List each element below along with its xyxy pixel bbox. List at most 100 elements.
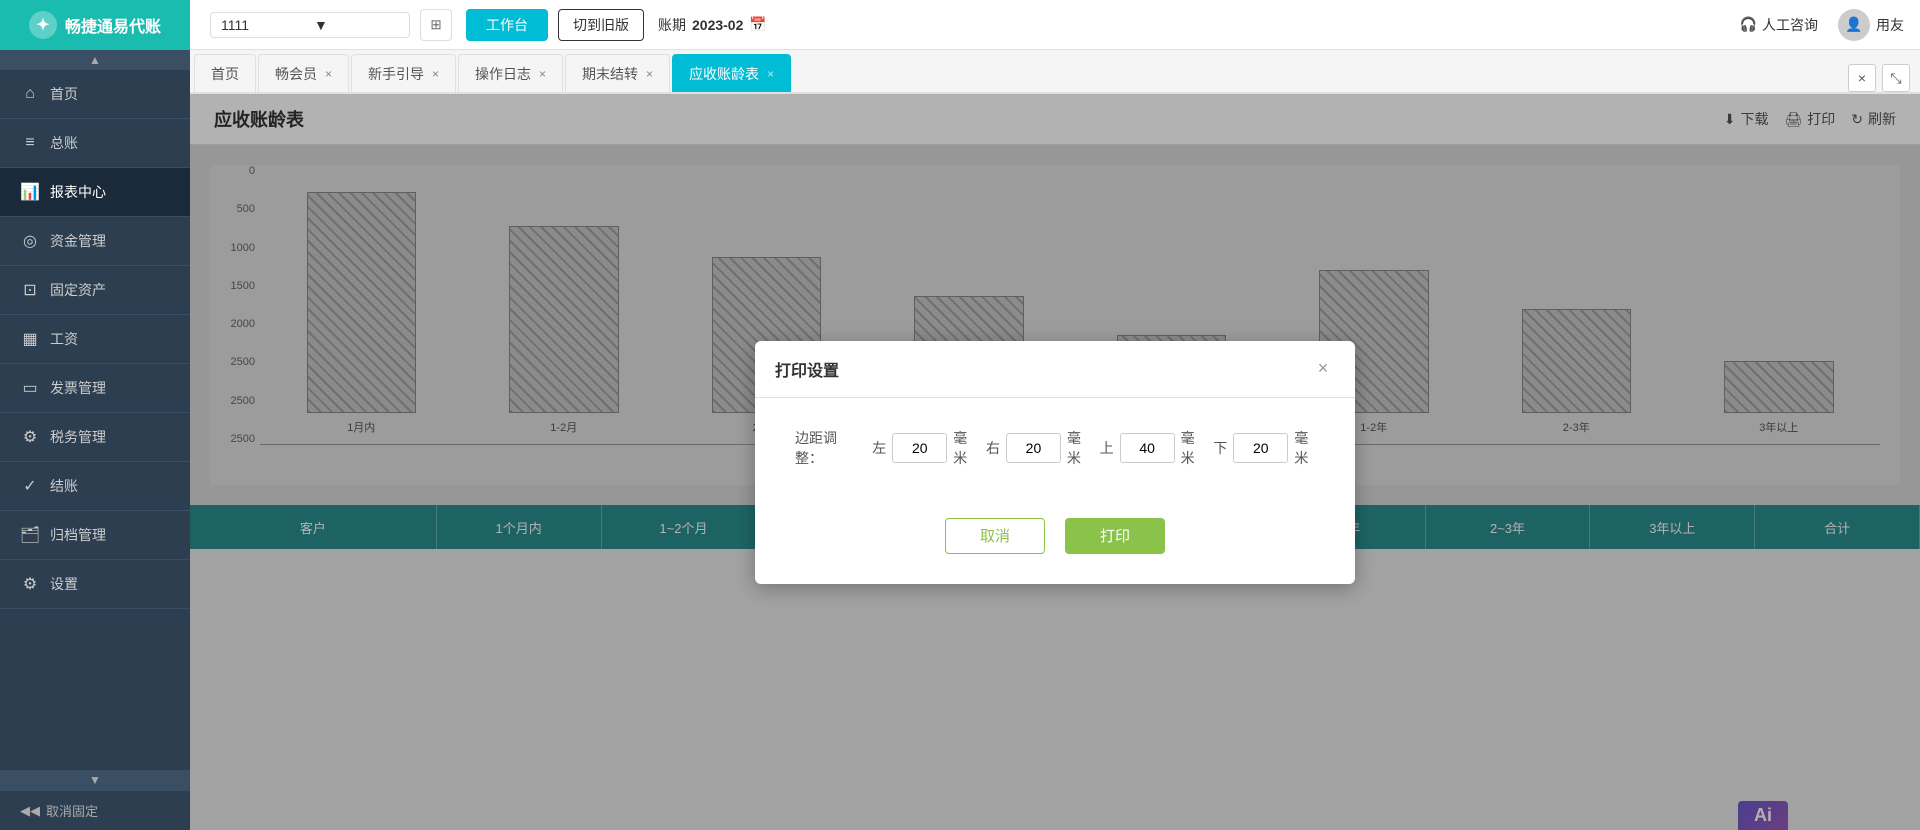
copy-icon: ⊞	[430, 17, 441, 33]
checkout-icon: ✓	[20, 476, 40, 496]
sidebar-item-assets[interactable]: ⊡ 固定资产	[0, 266, 190, 315]
sidebar: ▲ ⌂ 首页 ≡ 总账 📊 报表中心 ◎ 资金管理 ⊡ 固定资产 ▦ 工资 ▭ …	[0, 50, 190, 830]
tab-guide-label: 新手引导	[368, 64, 424, 84]
sidebar-scroll-up[interactable]: ▲	[0, 50, 190, 70]
modal-body: 边距调整： 左 毫米 右 毫米	[755, 398, 1355, 498]
logo-icon: ✦	[29, 11, 57, 39]
main-layout: ▲ ⌂ 首页 ≡ 总账 📊 报表中心 ◎ 资金管理 ⊡ 固定资产 ▦ 工资 ▭ …	[0, 50, 1920, 830]
company-selector[interactable]: 1111 ▼	[210, 12, 410, 38]
tab-period-end-label: 期末结转	[582, 64, 638, 84]
tab-ar-aging-close[interactable]: ×	[767, 67, 774, 81]
reports-icon: 📊	[20, 182, 40, 202]
modal-footer: 取消 打印	[755, 498, 1355, 584]
bottom-margin-group: 下 毫米	[1213, 428, 1315, 468]
header-right: 🎧 人工咨询 👤 用友	[1740, 9, 1904, 41]
tab-membership-close[interactable]: ×	[325, 67, 332, 81]
invoice-icon: ▭	[20, 378, 40, 398]
right-unit: 毫米	[1067, 428, 1088, 468]
page-content: 应收账龄表 ⬇ 下载 🖨 打印 ↻ 刷新	[190, 94, 1920, 830]
logo-text: 畅捷通易代账	[65, 13, 161, 37]
logo: ✦ 畅捷通易代账	[0, 0, 190, 50]
sidebar-item-tax[interactable]: ⚙ 税务管理	[0, 413, 190, 462]
avatar: 👤	[1838, 9, 1870, 41]
archive-icon: 🗂	[20, 525, 40, 545]
sidebar-label-reports: 报表中心	[50, 182, 106, 202]
tab-home-label: 首页	[211, 64, 239, 84]
calendar-icon[interactable]: 📅	[749, 16, 766, 33]
period-area: 账期 2023-02 📅	[658, 15, 767, 35]
pin-icon: ◀◀	[20, 803, 40, 819]
avatar-icon: 👤	[1845, 16, 1862, 33]
user-label: 用友	[1876, 15, 1904, 35]
consult-button[interactable]: 🎧 人工咨询	[1740, 15, 1818, 35]
top-label: 上	[1100, 438, 1114, 458]
period-label: 账期	[658, 15, 686, 35]
modal-header: 打印设置 ×	[755, 341, 1355, 398]
tab-guide[interactable]: 新手引导 ×	[351, 54, 456, 92]
print-dialog: 打印设置 × 边距调整： 左 毫米 右	[755, 341, 1355, 584]
tab-actions: × ⤡	[1848, 64, 1920, 92]
tab-membership[interactable]: 畅会员 ×	[258, 54, 349, 92]
sidebar-label-settings: 设置	[50, 574, 78, 594]
ledger-icon: ≡	[20, 133, 40, 153]
header: ✦ 畅捷通易代账 1111 ▼ ⊞ 工作台 切到旧版 账期 2023-02 📅 …	[0, 0, 1920, 50]
top-margin-input[interactable]	[1120, 433, 1175, 463]
sidebar-label-ledger: 总账	[50, 133, 78, 153]
user-area[interactable]: 👤 用友	[1838, 9, 1904, 41]
modal-close-button[interactable]: ×	[1311, 357, 1335, 381]
modal-title: 打印设置	[775, 357, 839, 381]
switch-old-button[interactable]: 切到旧版	[558, 9, 644, 41]
tab-period-end[interactable]: 期末结转 ×	[565, 54, 670, 92]
sidebar-scroll-down[interactable]: ▼	[0, 770, 190, 790]
sidebar-item-invoice[interactable]: ▭ 发票管理	[0, 364, 190, 413]
tab-oplog-close[interactable]: ×	[539, 67, 546, 81]
confirm-print-button[interactable]: 打印	[1065, 518, 1165, 554]
sidebar-label-home: 首页	[50, 84, 78, 104]
sidebar-item-payroll[interactable]: ▦ 工资	[0, 315, 190, 364]
sidebar-item-reports[interactable]: 📊 报表中心	[0, 168, 190, 217]
sidebar-item-ledger[interactable]: ≡ 总账	[0, 119, 190, 168]
sidebar-label-tax: 税务管理	[50, 427, 106, 447]
top-unit: 毫米	[1181, 428, 1202, 468]
tabs-bar: 首页 畅会员 × 新手引导 × 操作日志 × 期末结转 × 应收账龄表 ×	[190, 50, 1920, 94]
tab-oplog-label: 操作日志	[475, 64, 531, 84]
sidebar-item-funds[interactable]: ◎ 资金管理	[0, 217, 190, 266]
tab-close-all-button[interactable]: ×	[1848, 64, 1876, 92]
sidebar-label-checkout: 结账	[50, 476, 78, 496]
tab-maximize-button[interactable]: ⤡	[1882, 64, 1910, 92]
tab-home[interactable]: 首页	[194, 54, 256, 92]
tab-ar-aging[interactable]: 应收账龄表 ×	[672, 54, 791, 92]
sidebar-item-home[interactable]: ⌂ 首页	[0, 70, 190, 119]
sidebar-item-archive[interactable]: 🗂 归档管理	[0, 511, 190, 560]
right-margin-group: 右 毫米	[986, 428, 1088, 468]
funds-icon: ◎	[20, 231, 40, 251]
copy-button[interactable]: ⊞	[420, 9, 452, 41]
left-unit: 毫米	[953, 428, 974, 468]
cancel-button[interactable]: 取消	[945, 518, 1045, 554]
bottom-margin-input[interactable]	[1233, 433, 1288, 463]
tab-oplog[interactable]: 操作日志 ×	[458, 54, 563, 92]
consult-label: 人工咨询	[1762, 15, 1818, 35]
sidebar-item-settings[interactable]: ⚙ 设置	[0, 560, 190, 609]
tab-ar-aging-label: 应收账龄表	[689, 64, 759, 84]
left-margin-input[interactable]	[892, 433, 947, 463]
cancel-fixed-label: 取消固定	[46, 801, 98, 820]
tab-guide-close[interactable]: ×	[432, 67, 439, 81]
workbench-button[interactable]: 工作台	[466, 9, 548, 41]
tax-icon: ⚙	[20, 427, 40, 447]
top-margin-group: 上 毫米	[1100, 428, 1202, 468]
left-label: 左	[872, 438, 886, 458]
cancel-fixed-button[interactable]: ◀◀ 取消固定	[0, 790, 190, 830]
company-name: 1111	[221, 17, 306, 33]
sidebar-label-archive: 归档管理	[50, 525, 106, 545]
payroll-icon: ▦	[20, 329, 40, 349]
assets-icon: ⊡	[20, 280, 40, 300]
sidebar-item-checkout[interactable]: ✓ 结账	[0, 462, 190, 511]
margin-row: 边距调整： 左 毫米 右 毫米	[795, 428, 1315, 468]
bottom-label: 下	[1213, 438, 1227, 458]
headset-icon: 🎧	[1740, 16, 1757, 33]
sidebar-label-funds: 资金管理	[50, 231, 106, 251]
tab-period-end-close[interactable]: ×	[646, 67, 653, 81]
right-margin-input[interactable]	[1006, 433, 1061, 463]
left-margin-group: 左 毫米	[872, 428, 974, 468]
